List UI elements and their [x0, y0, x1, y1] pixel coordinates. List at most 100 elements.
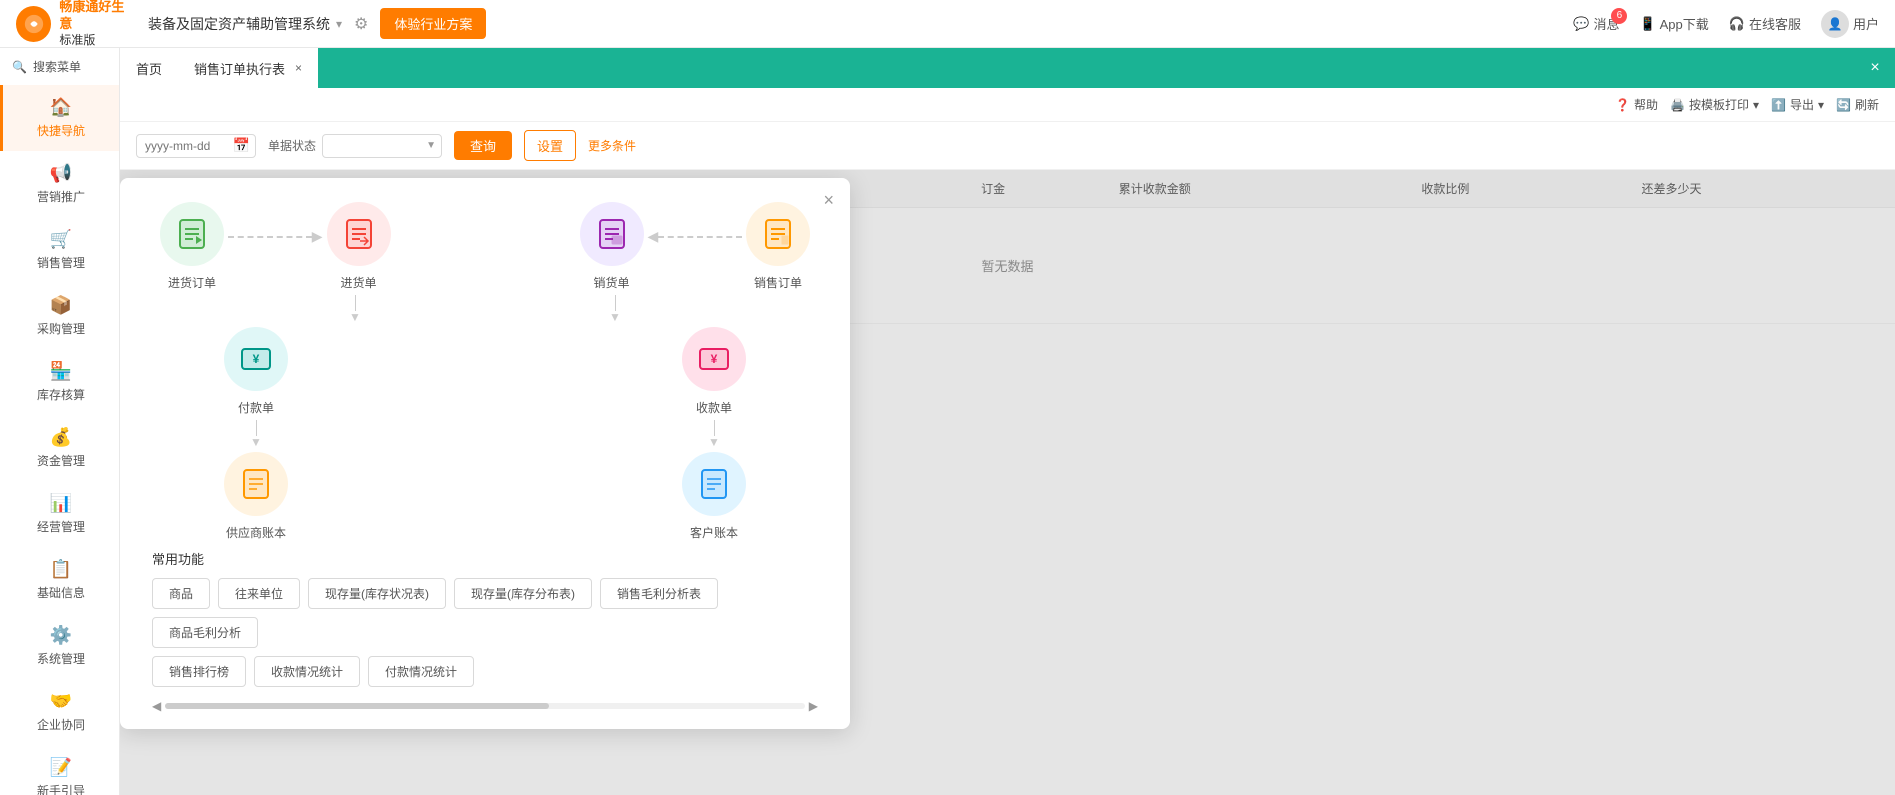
tab-home[interactable]: 首页: [120, 48, 178, 88]
sidebar-label-inventory: 库存核算: [37, 386, 85, 403]
arrow-sale: ◀: [644, 228, 747, 245]
top-right-area: 💬 消息 6 📱 App下载 🎧 在线客服 👤 用户: [1573, 10, 1879, 38]
flow-row-middle: ¥ 付款单 ¥ 收款单: [160, 327, 810, 416]
query-button[interactable]: 查询: [454, 131, 512, 160]
cf-btn-payment-stats[interactable]: 付款情况统计: [368, 656, 474, 687]
sidebar-item-finance[interactable]: 💰 资金管理: [0, 415, 119, 481]
export-arrow-icon: ▾: [1818, 98, 1824, 112]
dropdown-arrow-icon[interactable]: ▾: [336, 17, 342, 31]
purchase-order-icon: [160, 202, 224, 266]
cf-btn-stock-status[interactable]: 现存量(库存状况表): [308, 578, 446, 609]
help-button[interactable]: ❓ 帮助: [1615, 96, 1658, 113]
flow-label-purchase-bill: 进货单: [340, 274, 376, 291]
user-name: 用户: [1853, 14, 1879, 33]
flow-node-sale-bill[interactable]: 销货单: [580, 202, 644, 291]
sidebar-item-inventory[interactable]: 🏪 库存核算: [0, 349, 119, 415]
sidebar-item-newbie[interactable]: 📝 新手引导: [0, 745, 119, 795]
cf-title: 常用功能: [152, 549, 818, 568]
flow-node-purchase-order[interactable]: 进货订单: [160, 202, 224, 291]
sale-bill-icon: [580, 202, 644, 266]
quick-nav-popup-overlay: × 进货订单: [120, 170, 1895, 795]
logo-icon: [16, 6, 51, 42]
search-icon: 🔍: [12, 60, 27, 74]
sidebar-item-cooperation[interactable]: 🤝 企业协同: [0, 679, 119, 745]
purchase-bill-icon: [327, 202, 391, 266]
flow-node-supplier-account[interactable]: 供应商账本: [224, 452, 288, 541]
sidebar-label-basic: 基础信息: [37, 584, 85, 601]
popup-close-button[interactable]: ×: [823, 190, 834, 211]
system-title-text: 装备及固定资产辅助管理系统: [148, 14, 330, 34]
sidebar-label-newbie: 新手引导: [37, 782, 85, 795]
flow-node-customer-account[interactable]: 客户账本: [682, 452, 746, 541]
quick-nav-popup: × 进货订单: [120, 178, 850, 729]
sales-icon: 🛒: [50, 229, 72, 250]
table-container: 品 商品 金额 预估毛利 预估毛利率 订金 累计收款金额 收款比例 还差多少天: [120, 170, 1895, 795]
scrollbar-track: [165, 703, 805, 709]
close-tab-icon[interactable]: ×: [295, 61, 302, 75]
popup-scrollbar: ◀ ▶: [152, 699, 818, 713]
status-select[interactable]: [322, 134, 442, 158]
sidebar-item-operation[interactable]: 📊 经营管理: [0, 481, 119, 547]
flow-label-payment-bill: 付款单: [238, 399, 274, 416]
sidebar-item-purchase[interactable]: 📦 采购管理: [0, 283, 119, 349]
cf-btn-product[interactable]: 商品: [152, 578, 210, 609]
flow-node-sale-order[interactable]: 销售订单: [746, 202, 810, 291]
flow-node-purchase-bill[interactable]: 进货单: [327, 202, 391, 291]
content-area: 首页 销售订单执行表 × × ❓ 帮助 🖨️: [120, 48, 1895, 795]
basic-icon: 📋: [50, 559, 72, 580]
export-button[interactable]: ⬆️ 导出 ▾: [1771, 96, 1824, 113]
common-functions-area: 常用功能 商品 往来单位 现存量(库存状况表) 现存量(库存分布表) 销售毛利分…: [152, 549, 818, 687]
online-service-label: 在线客服: [1749, 14, 1801, 33]
flow-label-supplier-account: 供应商账本: [226, 524, 286, 541]
scrollbar-thumb[interactable]: [165, 703, 549, 709]
flow-node-receipt-bill[interactable]: ¥ 收款单: [682, 327, 746, 416]
cf-btn-sales-rank[interactable]: 销售排行榜: [152, 656, 246, 687]
sidebar-item-quick-nav[interactable]: 🏠 快捷导航: [0, 85, 119, 151]
experience-button[interactable]: 体验行业方案: [380, 8, 486, 39]
template-print-button[interactable]: 🖨️ 按模板打印 ▾: [1670, 96, 1759, 113]
top-bar: 畅康通好生意 标准版 装备及固定资产辅助管理系统 ▾ ⚙ 体验行业方案 💬 消息…: [0, 0, 1895, 48]
cf-btn-product-profit[interactable]: 商品毛利分析: [152, 617, 258, 648]
supplier-account-icon: [224, 452, 288, 516]
arrow-purchase: ▶: [224, 228, 327, 245]
set-button[interactable]: 设置: [524, 130, 576, 161]
system-title: 装备及固定资产辅助管理系统 ▾: [148, 14, 342, 34]
message-badge: 6: [1611, 8, 1627, 24]
export-label: 导出: [1790, 96, 1814, 113]
scrollbar-right-icon[interactable]: ▶: [809, 699, 818, 713]
system-icon: ⚙️: [50, 625, 72, 646]
message-button[interactable]: 💬 消息 6: [1573, 14, 1619, 33]
scrollbar-left-icon[interactable]: ◀: [152, 699, 161, 713]
app-download-button[interactable]: 📱 App下载: [1639, 14, 1708, 33]
logo-area: 畅康通好生意 标准版: [16, 0, 136, 48]
online-service-button[interactable]: 🎧 在线客服: [1729, 14, 1801, 33]
app-container: 畅康通好生意 标准版 装备及固定资产辅助管理系统 ▾ ⚙ 体验行业方案 💬 消息…: [0, 0, 1895, 795]
flow-label-receipt-bill: 收款单: [696, 399, 732, 416]
sidebar-label-cooperation: 企业协同: [37, 716, 85, 733]
gear-icon[interactable]: ⚙: [354, 14, 368, 34]
cf-btn-sales-profit[interactable]: 销售毛利分析表: [600, 578, 718, 609]
tab-bar-close-icon[interactable]: ×: [1855, 48, 1895, 88]
sidebar-search[interactable]: 🔍 搜索菜单: [0, 48, 119, 85]
logo-text: 畅康通好生意 标准版: [59, 0, 136, 48]
flow-node-payment-bill[interactable]: ¥ 付款单: [224, 327, 288, 416]
more-conditions[interactable]: 更多条件: [588, 137, 636, 154]
cf-btn-receipt-stats[interactable]: 收款情况统计: [254, 656, 360, 687]
download-icon: 📱: [1639, 16, 1655, 32]
user-area[interactable]: 👤 用户: [1821, 10, 1879, 38]
sidebar-item-sales[interactable]: 🛒 销售管理: [0, 217, 119, 283]
sidebar-item-system[interactable]: ⚙️ 系统管理: [0, 613, 119, 679]
sidebar-item-basic[interactable]: 📋 基础信息: [0, 547, 119, 613]
svg-text:¥: ¥: [711, 352, 718, 366]
cf-btn-contact-unit[interactable]: 往来单位: [218, 578, 300, 609]
help-icon: ❓: [1615, 98, 1630, 112]
sidebar-item-marketing[interactable]: 📢 营销推广: [0, 151, 119, 217]
tab-bar: 首页 销售订单执行表 × ×: [120, 48, 1895, 88]
flow-row-top: 进货订单 ▶: [160, 202, 810, 291]
cf-btn-stock-dist[interactable]: 现存量(库存分布表): [454, 578, 592, 609]
refresh-button[interactable]: 🔄 刷新: [1836, 96, 1879, 113]
cooperation-icon: 🤝: [50, 691, 72, 712]
tab-sales-exec[interactable]: 销售订单执行表 ×: [178, 48, 318, 88]
tab-home-label: 首页: [136, 59, 162, 78]
calendar-from-icon[interactable]: 📅: [233, 137, 250, 154]
